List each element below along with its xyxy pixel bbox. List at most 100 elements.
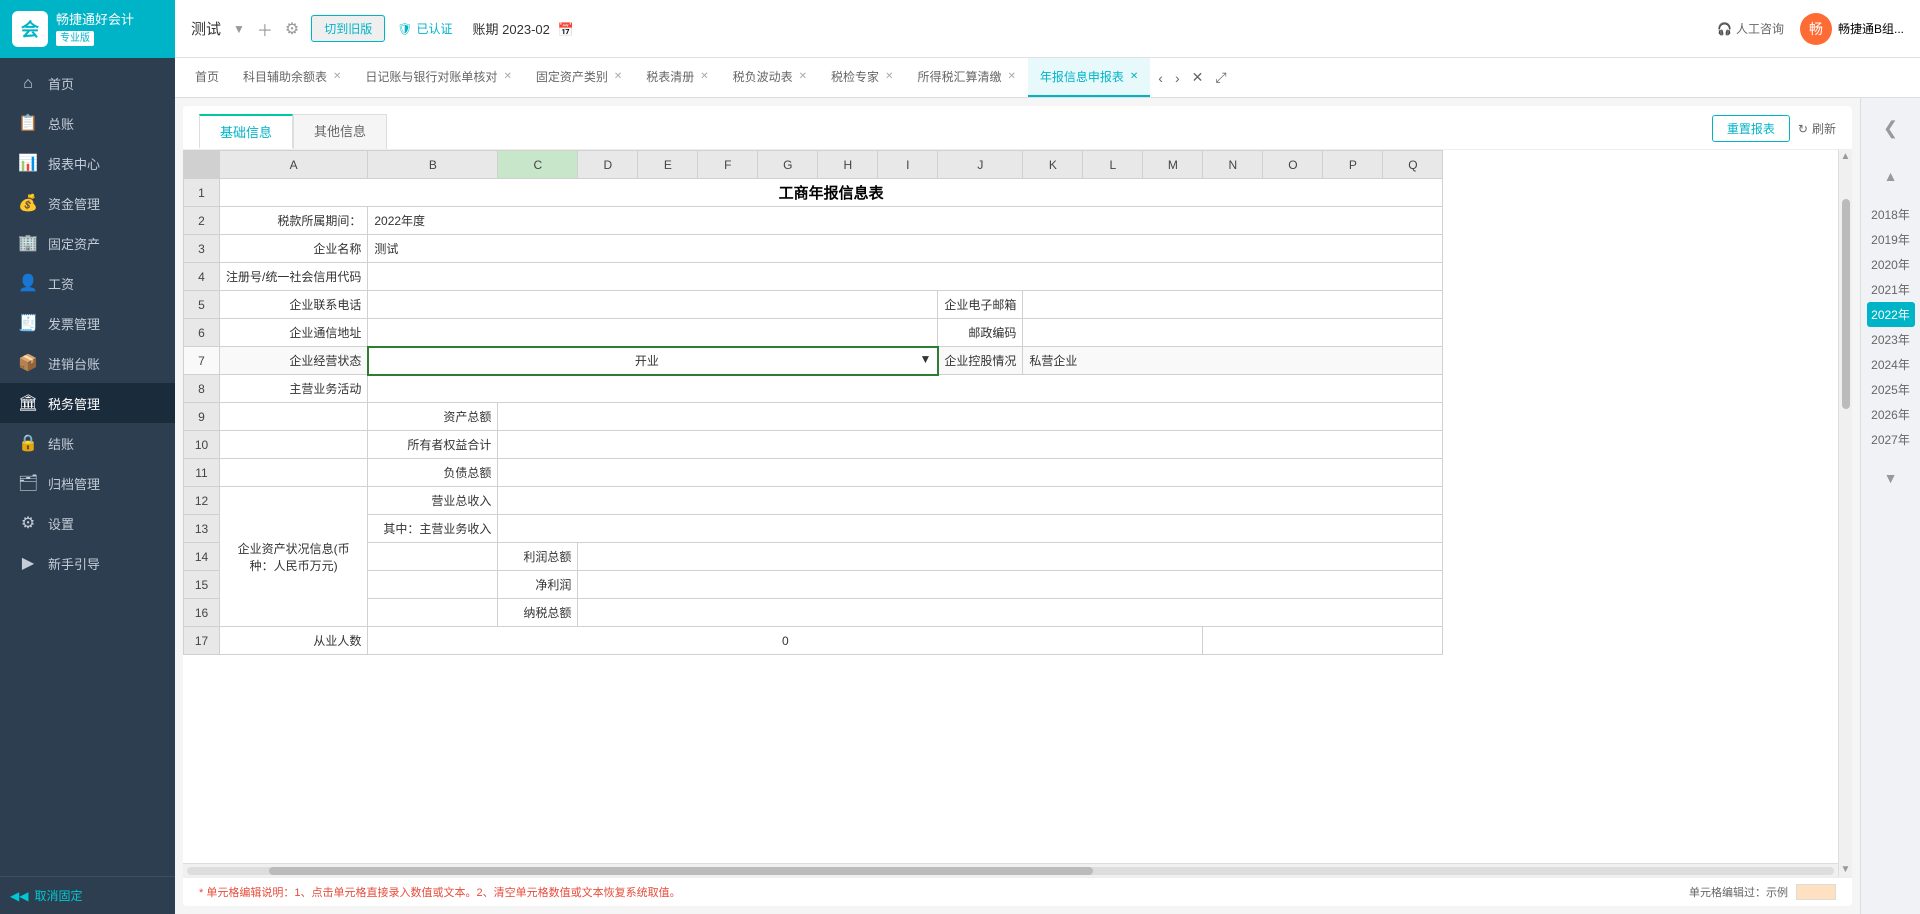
row-5-left-value[interactable] xyxy=(368,291,938,319)
sidebar-item-stock[interactable]: 📦进销台账 xyxy=(0,343,175,383)
row-6-left-value[interactable] xyxy=(368,319,938,347)
row-9-value[interactable] xyxy=(498,403,1443,431)
year-btn-2024年[interactable]: 2024年 xyxy=(1867,352,1915,377)
col-header-F[interactable]: F xyxy=(698,151,758,179)
tab-close-income-tax[interactable]: ✕ xyxy=(1007,71,1015,82)
row-15-value[interactable] xyxy=(578,571,1443,599)
col-header-I[interactable]: I xyxy=(878,151,938,179)
refresh-button[interactable]: ↻ 刷新 xyxy=(1798,120,1836,137)
tab-prev-button[interactable]: ‹ xyxy=(1154,68,1167,88)
subtab-basic[interactable]: 基础信息 xyxy=(199,114,293,149)
sidebar-item-asset[interactable]: 🏢固定资产 xyxy=(0,223,175,263)
scroll-up-button[interactable]: ▲ xyxy=(1869,154,1913,198)
year-btn-2019年[interactable]: 2019年 xyxy=(1867,227,1915,252)
tab-tax-expert[interactable]: 税检专家✕ xyxy=(819,58,905,97)
consult-button[interactable]: 🎧 人工咨询 xyxy=(1717,20,1784,37)
col-header-K[interactable]: K xyxy=(1023,151,1083,179)
tab-close-journal[interactable]: ✕ xyxy=(503,71,511,82)
sidebar-item-close[interactable]: 🔒结账 xyxy=(0,423,175,463)
tab-annual[interactable]: 年报信息申报表✕ xyxy=(1028,58,1150,97)
col-header-E[interactable]: E xyxy=(638,151,698,179)
tab-close-tax-wave[interactable]: ✕ xyxy=(799,71,807,82)
tab-next-button[interactable]: › xyxy=(1171,68,1184,88)
sidebar-item-ledger[interactable]: 📋总账 xyxy=(0,103,175,143)
col-header-Q[interactable]: Q xyxy=(1383,151,1443,179)
spreadsheet-scroll[interactable]: ABCDEFGHIJKLMNOPQ 1工商年报信息表2税款所属期间：2022年度… xyxy=(183,150,1838,863)
tab-close-annual[interactable]: ✕ xyxy=(1130,71,1138,82)
col-header-L[interactable]: L xyxy=(1083,151,1143,179)
row-7-dropdown-cell[interactable]: 开业 ▼ xyxy=(368,347,938,375)
collapse-panel-button[interactable]: ❮ xyxy=(1869,106,1913,150)
reset-report-button[interactable]: 重置报表 xyxy=(1712,115,1790,142)
row-17-value[interactable]: 0 xyxy=(368,627,1203,655)
tab-journal[interactable]: 日记账与银行对账单核对✕ xyxy=(353,58,523,97)
tab-home[interactable]: 首页 xyxy=(183,58,231,97)
dropdown-arrow-icon[interactable]: ▼ xyxy=(919,352,931,366)
tab-close-tax-expert[interactable]: ✕ xyxy=(885,71,893,82)
col-header-B[interactable]: B xyxy=(368,151,498,179)
tab-tax-wave[interactable]: 税负波动表✕ xyxy=(721,58,819,97)
row-6-right-value[interactable] xyxy=(1023,319,1443,347)
col-header-C[interactable]: C xyxy=(498,151,578,179)
row-16-value[interactable] xyxy=(578,599,1443,627)
tab-expand-button[interactable]: ⤢ xyxy=(1211,67,1230,88)
row-2-value[interactable]: 2022年度 xyxy=(368,207,1443,235)
vertical-scrollbar[interactable]: ▲ ▼ xyxy=(1838,150,1852,877)
col-header-D[interactable]: D xyxy=(578,151,638,179)
vscroll-down[interactable]: ▼ xyxy=(1839,863,1852,877)
subtab-other[interactable]: 其他信息 xyxy=(293,114,387,149)
row-13-value[interactable] xyxy=(498,515,1443,543)
year-btn-2018年[interactable]: 2018年 xyxy=(1867,202,1915,227)
year-btn-2025年[interactable]: 2025年 xyxy=(1867,377,1915,402)
tab-fixed[interactable]: 固定资产类别✕ xyxy=(524,58,634,97)
sidebar-item-invoice[interactable]: 🧾发票管理 xyxy=(0,303,175,343)
row-7-right-value[interactable]: 私营企业 xyxy=(1023,347,1443,375)
year-btn-2023年[interactable]: 2023年 xyxy=(1867,327,1915,352)
tab-close-fixed[interactable]: ✕ xyxy=(614,71,622,82)
col-header-M[interactable]: M xyxy=(1143,151,1203,179)
row-4-value[interactable] xyxy=(368,263,1443,291)
tab-tax-form[interactable]: 税表清册✕ xyxy=(634,58,720,97)
col-header-J[interactable]: J xyxy=(938,151,1023,179)
sidebar-item-fund[interactable]: 💰资金管理 xyxy=(0,183,175,223)
year-btn-2027年[interactable]: 2027年 xyxy=(1867,427,1915,452)
row-3-value[interactable]: 测试 xyxy=(368,235,1443,263)
tab-close-all-button[interactable]: ✕ xyxy=(1188,67,1208,88)
col-header-G[interactable]: G xyxy=(758,151,818,179)
vscroll-up[interactable]: ▲ xyxy=(1839,150,1852,164)
row-12-value[interactable] xyxy=(498,487,1443,515)
col-header-P[interactable]: P xyxy=(1323,151,1383,179)
tab-close-aux[interactable]: ✕ xyxy=(333,71,341,82)
sidebar-item-payroll[interactable]: 👤工资 xyxy=(0,263,175,303)
row-11-value[interactable] xyxy=(498,459,1443,487)
col-header-O[interactable]: O xyxy=(1263,151,1323,179)
sidebar-item-guide[interactable]: ▶新手引导 xyxy=(0,543,175,583)
year-btn-2022年[interactable]: 2022年 xyxy=(1867,302,1915,327)
calendar-icon[interactable]: 📅 xyxy=(558,22,574,37)
user-menu[interactable]: 畅 畅捷通B组... xyxy=(1800,13,1904,45)
sidebar-pin-toggle[interactable]: ◀◀ 取消固定 xyxy=(0,876,175,914)
sidebar-item-tax[interactable]: 🏛税务管理 xyxy=(0,383,175,423)
sidebar-item-settings[interactable]: ⚙设置 xyxy=(0,503,175,543)
row-8-value[interactable] xyxy=(368,375,1443,403)
col-header-N[interactable]: N xyxy=(1203,151,1263,179)
tab-aux[interactable]: 科目辅助余额表✕ xyxy=(231,58,353,97)
col-header-A[interactable]: A xyxy=(220,151,368,179)
tab-close-tax-form[interactable]: ✕ xyxy=(700,71,708,82)
year-btn-2021年[interactable]: 2021年 xyxy=(1867,277,1915,302)
sidebar-item-archive[interactable]: 🗂归档管理 xyxy=(0,463,175,503)
settings-icon[interactable]: ⚙ xyxy=(285,19,299,39)
row-5-right-value[interactable] xyxy=(1023,291,1443,319)
add-icon[interactable]: ＋ xyxy=(257,17,273,41)
sidebar-item-report[interactable]: 📊报表中心 xyxy=(0,143,175,183)
scroll-down-button[interactable]: ▼ xyxy=(1869,456,1913,500)
col-header-H[interactable]: H xyxy=(818,151,878,179)
row-14-value[interactable] xyxy=(578,543,1443,571)
horizontal-scrollbar[interactable] xyxy=(183,863,1838,877)
tab-income-tax[interactable]: 所得税汇算清缴✕ xyxy=(905,58,1027,97)
sidebar-item-home[interactable]: ⌂首页 xyxy=(0,64,175,103)
row-10-value[interactable] xyxy=(498,431,1443,459)
switch-old-version-button[interactable]: 切到旧版 xyxy=(311,15,385,42)
year-btn-2020年[interactable]: 2020年 xyxy=(1867,252,1915,277)
year-btn-2026年[interactable]: 2026年 xyxy=(1867,402,1915,427)
